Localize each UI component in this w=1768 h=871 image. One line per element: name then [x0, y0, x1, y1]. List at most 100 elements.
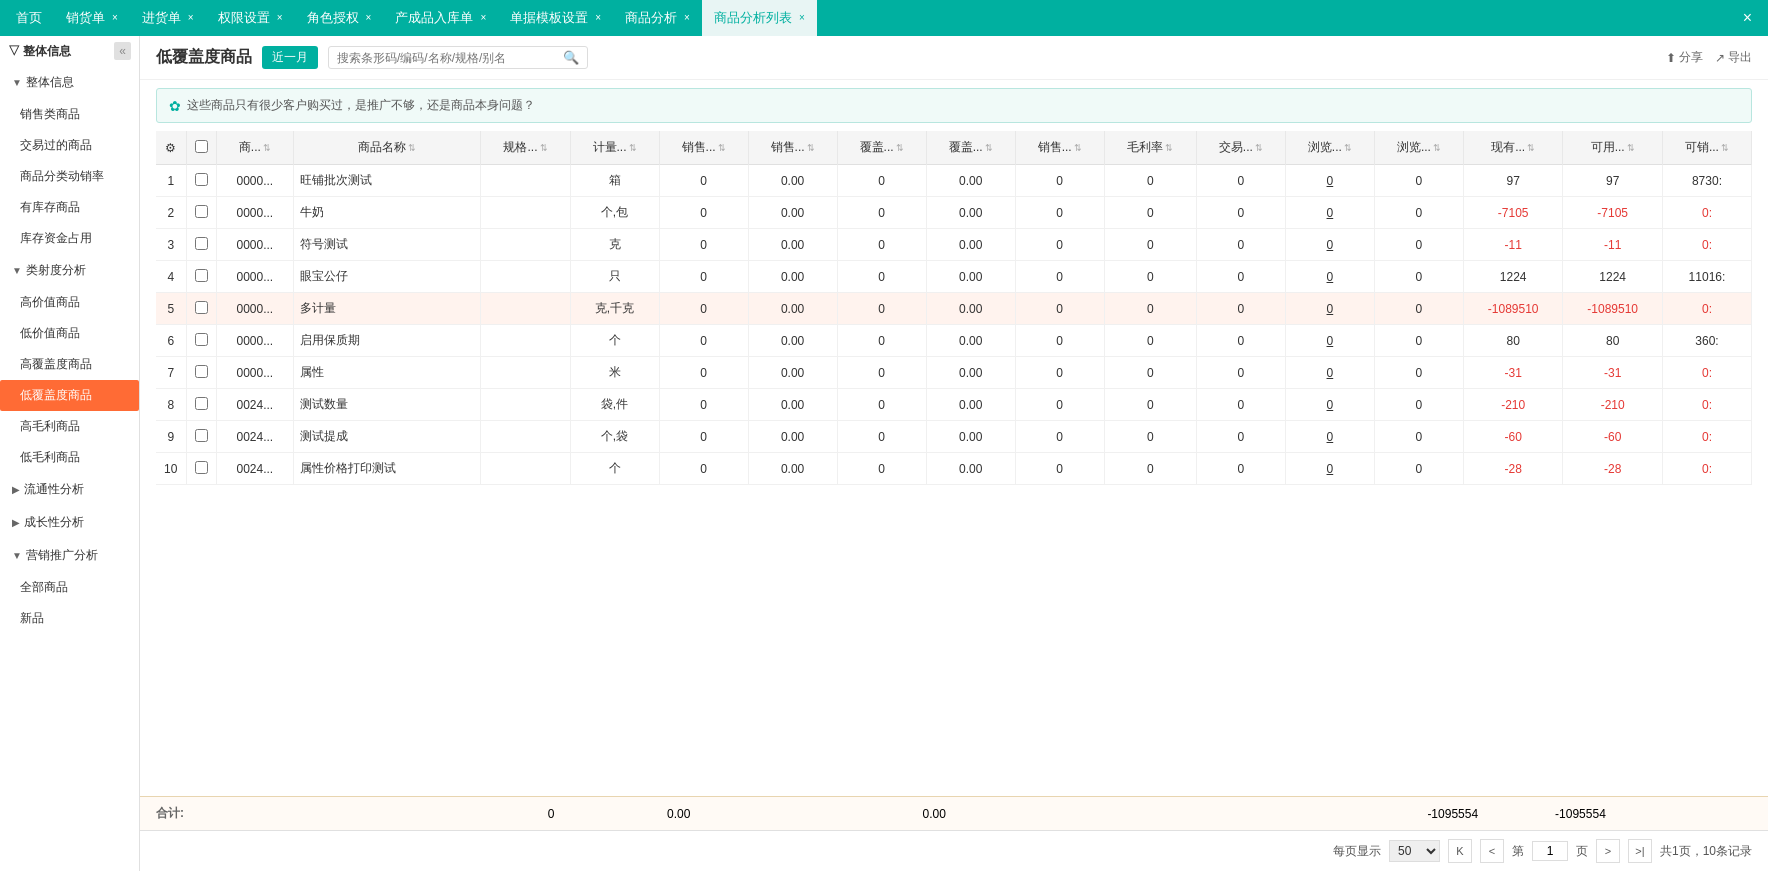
nav-template-settings-close[interactable]: × — [595, 0, 601, 36]
browse1-link[interactable]: 0 — [1327, 206, 1334, 220]
row-checkbox[interactable] — [195, 397, 208, 410]
nav-product-warehouse[interactable]: 产成品入库单 × — [383, 0, 498, 36]
col-spec[interactable]: 规格...⇅ — [481, 131, 570, 165]
col-cover1[interactable]: 覆盖...⇅ — [837, 131, 926, 165]
sidebar-section-overall[interactable]: ▼ 整体信息 — [0, 66, 139, 99]
sidebar-item-new-goods[interactable]: 新品 — [0, 603, 139, 634]
sidebar-item-high-value[interactable]: 高价值商品 — [0, 287, 139, 318]
row-name: 旺铺批次测试 — [294, 165, 481, 197]
row-cover1: 0 — [837, 421, 926, 453]
row-cover1: 0 — [837, 357, 926, 389]
sidebar-collapse-btn[interactable]: « — [114, 42, 131, 60]
nav-product-analysis-list-close[interactable]: × — [799, 0, 805, 36]
row-sales1: 0 — [659, 261, 748, 293]
col-unit[interactable]: 计量...⇅ — [570, 131, 659, 165]
page-title: 低覆盖度商品 — [156, 47, 252, 68]
col-checkbox[interactable] — [186, 131, 216, 165]
sidebar-item-traded-goods[interactable]: 交易过的商品 — [0, 130, 139, 161]
row-checkbox[interactable] — [195, 301, 208, 314]
col-code[interactable]: 商...⇅ — [216, 131, 294, 165]
row-code: 0000... — [216, 165, 294, 197]
nav-product-warehouse-close[interactable]: × — [480, 0, 486, 36]
nav-product-analysis-list[interactable]: 商品分析列表 × — [702, 0, 817, 36]
page-size-select[interactable]: 50 100 200 — [1389, 840, 1440, 862]
col-sales3[interactable]: 销售...⇅ — [1015, 131, 1104, 165]
row-cover2: 0.00 — [926, 197, 1015, 229]
browse1-link[interactable]: 0 — [1327, 302, 1334, 316]
nav-product-analysis-close[interactable]: × — [684, 0, 690, 36]
browse1-link[interactable]: 0 — [1327, 334, 1334, 348]
prev-page-button[interactable]: < — [1480, 839, 1504, 863]
col-cover2[interactable]: 覆盖...⇅ — [926, 131, 1015, 165]
col-gross-rate[interactable]: 毛利率⇅ — [1104, 131, 1196, 165]
sidebar-section-category-analysis[interactable]: ▼ 类射度分析 — [0, 254, 139, 287]
nav-permission-close[interactable]: × — [277, 0, 283, 36]
share-button[interactable]: ⬆ 分享 — [1666, 49, 1703, 66]
col-available[interactable]: 可用...⇅ — [1563, 131, 1663, 165]
col-sales1[interactable]: 销售...⇅ — [659, 131, 748, 165]
nav-role-auth-close[interactable]: × — [366, 0, 372, 36]
browse1-link[interactable]: 0 — [1327, 238, 1334, 252]
nav-home[interactable]: 首页 — [4, 0, 54, 36]
select-all-checkbox[interactable] — [195, 140, 208, 153]
row-cover2: 0.00 — [926, 229, 1015, 261]
sidebar-item-high-profit[interactable]: 高毛利商品 — [0, 411, 139, 442]
search-input[interactable] — [337, 51, 559, 65]
browse1-link[interactable]: 0 — [1327, 174, 1334, 188]
col-settings[interactable]: ⚙ — [156, 131, 186, 165]
sidebar-item-category-rate[interactable]: 商品分类动销率 — [0, 161, 139, 192]
nav-sales-order-close[interactable]: × — [112, 0, 118, 36]
nav-role-auth[interactable]: 角色授权 × — [295, 0, 384, 36]
browse1-link[interactable]: 0 — [1327, 366, 1334, 380]
col-trade[interactable]: 交易...⇅ — [1196, 131, 1285, 165]
browse1-link[interactable]: 0 — [1327, 398, 1334, 412]
sidebar-item-low-value[interactable]: 低价值商品 — [0, 318, 139, 349]
nav-purchase-order-close[interactable]: × — [188, 0, 194, 36]
sidebar-item-sales-goods[interactable]: 销售类商品 — [0, 99, 139, 130]
sidebar-section-marketing[interactable]: ▼ 营销推广分析 — [0, 539, 139, 572]
last-page-button[interactable]: >| — [1628, 839, 1652, 863]
row-code: 0024... — [216, 421, 294, 453]
nav-sales-order[interactable]: 销货单 × — [54, 0, 130, 36]
col-saleable[interactable]: 可销...⇅ — [1662, 131, 1751, 165]
nav-purchase-order[interactable]: 进货单 × — [130, 0, 206, 36]
col-browse1[interactable]: 浏览...⇅ — [1285, 131, 1374, 165]
row-checkbox[interactable] — [195, 429, 208, 442]
nav-product-analysis[interactable]: 商品分析 × — [613, 0, 702, 36]
sidebar-item-stock-goods[interactable]: 有库存商品 — [0, 192, 139, 223]
sidebar-section-growth[interactable]: ▶ 成长性分析 — [0, 506, 139, 539]
sidebar-item-all-goods[interactable]: 全部商品 — [0, 572, 139, 603]
next-page-button[interactable]: > — [1596, 839, 1620, 863]
row-checkbox[interactable] — [195, 173, 208, 186]
row-unit: 克 — [570, 229, 659, 261]
export-button[interactable]: ↗ 导出 — [1715, 49, 1752, 66]
row-checkbox[interactable] — [195, 205, 208, 218]
col-current[interactable]: 现有...⇅ — [1463, 131, 1563, 165]
window-close-button[interactable]: × — [1731, 9, 1764, 27]
time-filter-button[interactable]: 近一月 — [262, 46, 318, 69]
current-page-input[interactable] — [1532, 841, 1568, 861]
col-browse2[interactable]: 浏览...⇅ — [1374, 131, 1463, 165]
browse1-link[interactable]: 0 — [1327, 430, 1334, 444]
browse1-link[interactable]: 0 — [1327, 270, 1334, 284]
row-checkbox[interactable] — [195, 461, 208, 474]
sidebar-item-capital[interactable]: 库存资金占用 — [0, 223, 139, 254]
sidebar-section-circulation[interactable]: ▶ 流通性分析 — [0, 473, 139, 506]
row-browse1: 0 — [1285, 197, 1374, 229]
row-checkbox[interactable] — [195, 365, 208, 378]
sidebar-item-low-coverage[interactable]: 低覆盖度商品 — [0, 380, 139, 411]
nav-permission[interactable]: 权限设置 × — [206, 0, 295, 36]
sidebar-item-low-profit[interactable]: 低毛利商品 — [0, 442, 139, 473]
search-icon[interactable]: 🔍 — [563, 50, 579, 65]
row-checkbox[interactable] — [195, 269, 208, 282]
row-checkbox[interactable] — [195, 237, 208, 250]
sidebar-item-high-coverage[interactable]: 高覆盖度商品 — [0, 349, 139, 380]
col-name[interactable]: 商品名称⇅ — [294, 131, 481, 165]
browse1-link[interactable]: 0 — [1327, 462, 1334, 476]
col-sales2[interactable]: 销售...⇅ — [748, 131, 837, 165]
first-page-button[interactable]: K — [1448, 839, 1472, 863]
row-trade: 0 — [1196, 325, 1285, 357]
content-area: 低覆盖度商品 近一月 🔍 ⬆ 分享 ↗ 导出 ✿ 这些商品只有很少客户购买过，是… — [140, 36, 1768, 871]
row-checkbox[interactable] — [195, 333, 208, 346]
nav-template-settings[interactable]: 单据模板设置 × — [498, 0, 613, 36]
